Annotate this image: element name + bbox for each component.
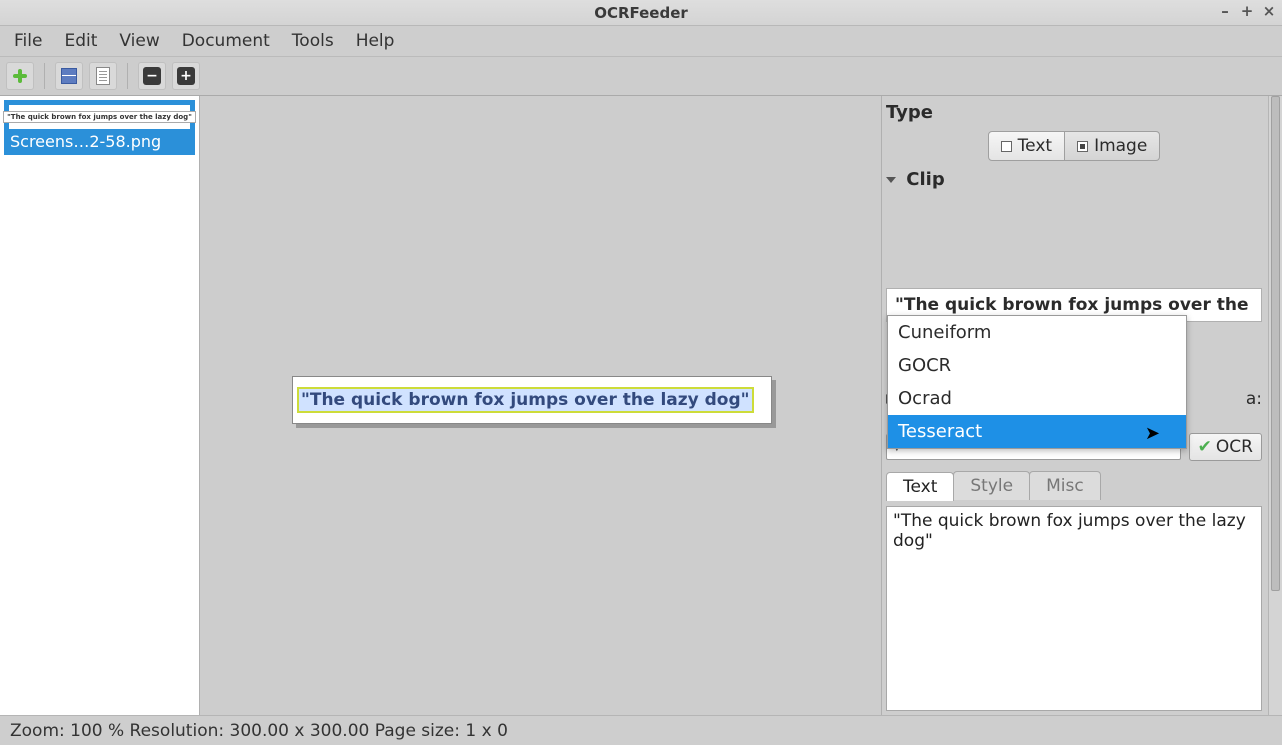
add-image-button[interactable]: [6, 62, 34, 90]
close-button[interactable]: ×: [1262, 4, 1276, 18]
panel-scrollbar[interactable]: [1268, 96, 1282, 715]
plus-box-icon: +: [177, 67, 195, 85]
canvas-area[interactable]: "The quick brown fox jumps over the lazy…: [200, 96, 882, 715]
chevron-down-icon: [886, 177, 896, 183]
check-icon: ✔: [1198, 437, 1212, 457]
type-image-label: Image: [1094, 136, 1147, 156]
page-preview[interactable]: "The quick brown fox jumps over the lazy…: [292, 376, 772, 424]
type-toggle: Text Image: [886, 131, 1262, 161]
maximize-button[interactable]: +: [1240, 4, 1254, 18]
thumbnail-sidebar: "The quick brown fox jumps over the lazy…: [0, 96, 200, 715]
menu-file[interactable]: File: [6, 29, 50, 53]
radio-filled-icon: [1077, 141, 1088, 152]
window-controls: – + ×: [1218, 4, 1276, 18]
window-titlebar: OCRFeeder – + ×: [0, 0, 1282, 26]
toolbar-separator: [44, 63, 45, 89]
tab-text[interactable]: Text: [886, 472, 954, 501]
type-heading: Type: [886, 100, 1262, 125]
page-thumbnail[interactable]: "The quick brown fox jumps over the lazy…: [4, 100, 195, 155]
properties-panel: Type Text Image Clip "The quick brown fo…: [882, 96, 1282, 715]
scrollbar-thumb[interactable]: [1271, 96, 1280, 591]
type-image-option[interactable]: Image: [1065, 131, 1160, 161]
plus-icon: [13, 69, 27, 83]
tab-style[interactable]: Style: [953, 471, 1030, 500]
ocr-engine-row: ▼ Cuneiform GOCR Ocrad Tesseract ➤ ✔ OCR: [886, 433, 1262, 461]
status-text: Zoom: 100 % Resolution: 300.00 x 300.00 …: [10, 721, 508, 741]
window-title: OCRFeeder: [594, 4, 688, 22]
toolbar: − +: [0, 56, 1282, 96]
toolbar-separator: [127, 63, 128, 89]
menu-tools[interactable]: Tools: [284, 29, 342, 53]
menu-edit[interactable]: Edit: [56, 29, 105, 53]
engine-option-tesseract[interactable]: Tesseract: [888, 415, 1186, 448]
run-ocr-label: OCR: [1216, 437, 1253, 457]
thumbnail-preview: "The quick brown fox jumps over the lazy…: [8, 104, 191, 130]
result-textarea[interactable]: [886, 506, 1262, 711]
zoom-in-button[interactable]: +: [172, 62, 200, 90]
zoom-out-button[interactable]: −: [138, 62, 166, 90]
ocr-engine-dropdown: Cuneiform GOCR Ocrad Tesseract ➤: [887, 315, 1187, 449]
page-text: "The quick brown fox jumps over the lazy…: [301, 390, 750, 410]
type-text-option[interactable]: Text: [988, 131, 1065, 161]
thumbnail-text: "The quick brown fox jumps over the lazy…: [3, 111, 196, 123]
layout-icon: [61, 68, 77, 84]
minus-icon: −: [143, 67, 161, 85]
type-text-label: Text: [1018, 136, 1052, 156]
status-bar: Zoom: 100 % Resolution: 300.00 x 300.00 …: [0, 715, 1282, 745]
cursor-icon: ➤: [1145, 423, 1160, 444]
radio-icon: [1001, 141, 1012, 152]
minimize-button[interactable]: –: [1218, 4, 1232, 18]
menu-view[interactable]: View: [111, 29, 167, 53]
ocr-engine-combo[interactable]: ▼ Cuneiform GOCR Ocrad Tesseract ➤: [886, 434, 1181, 460]
result-tabs: Text Style Misc: [886, 471, 1262, 500]
thumbnail-label: Screens…2-58.png: [8, 132, 191, 151]
clip-heading[interactable]: Clip: [886, 167, 1262, 192]
menu-document[interactable]: Document: [174, 29, 278, 53]
run-ocr-button[interactable]: ✔ OCR: [1189, 433, 1262, 461]
tab-misc[interactable]: Misc: [1029, 471, 1101, 500]
layout-view-button[interactable]: [55, 62, 83, 90]
bounds-area-label: a:: [1246, 389, 1262, 409]
menubar: File Edit View Document Tools Help: [0, 26, 1282, 56]
main-area: "The quick brown fox jumps over the lazy…: [0, 96, 1282, 715]
document-view-button[interactable]: [89, 62, 117, 90]
engine-option-ocrad[interactable]: Ocrad: [888, 382, 1186, 415]
engine-option-cuneiform[interactable]: Cuneiform: [888, 316, 1186, 349]
menu-help[interactable]: Help: [348, 29, 403, 53]
engine-option-gocr[interactable]: GOCR: [888, 349, 1186, 382]
document-icon: [96, 67, 110, 85]
clip-heading-label: Clip: [906, 169, 944, 190]
selection-box[interactable]: "The quick brown fox jumps over the lazy…: [297, 387, 754, 413]
